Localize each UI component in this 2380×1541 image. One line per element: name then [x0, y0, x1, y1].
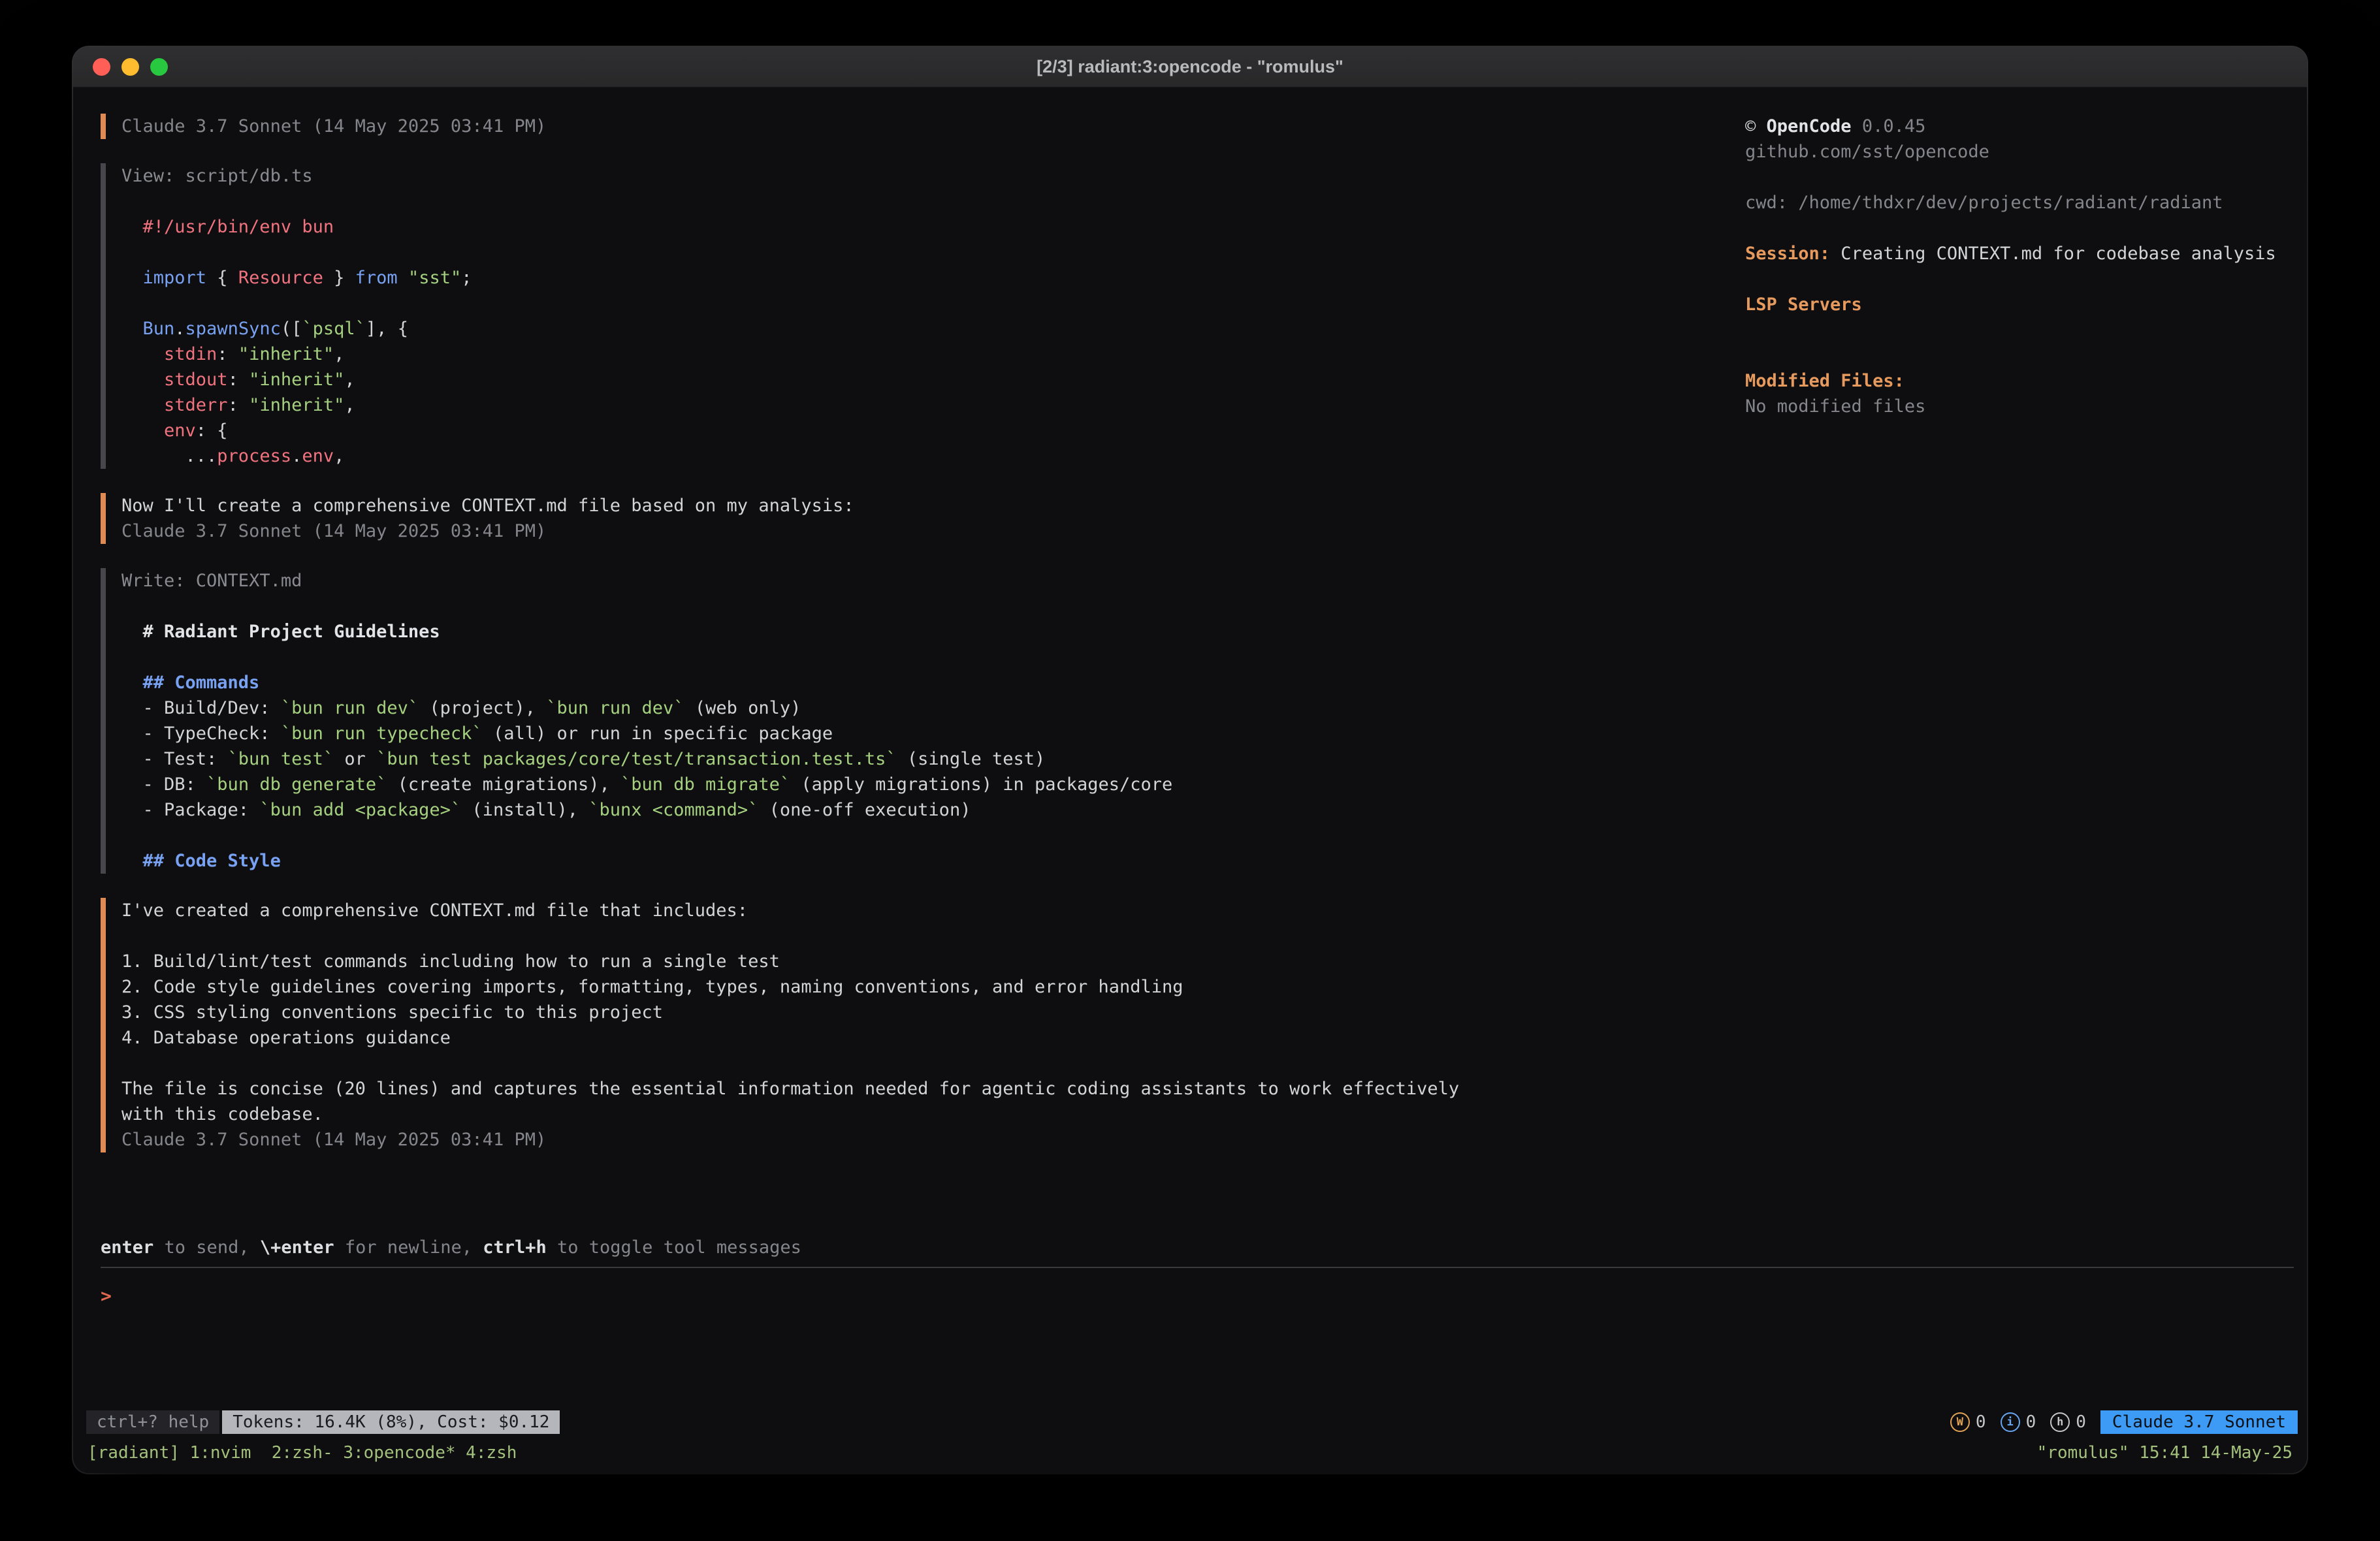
session-title: Creating CONTEXT.md for codebase analysi…: [1830, 244, 2276, 264]
text-line: with this codebase.: [121, 1102, 1732, 1127]
window-titlebar: [2/3] radiant:3:opencode - "romulus": [73, 47, 2307, 87]
cwd-line: cwd: /home/thdxr/dev/projects/radiant/ra…: [1745, 190, 2281, 215]
help-hint-chip: ctrl+? help: [86, 1410, 219, 1434]
message-content: Now I'll create a comprehensive CONTEXT.…: [121, 493, 1732, 544]
repo-link: github.com/sst/opencode: [1745, 139, 2281, 165]
session-line: Session: Creating CONTEXT.md for codebas…: [1745, 241, 2281, 266]
text-line: Claude 3.7 Sonnet (14 May 2025 03:41 PM): [121, 114, 1732, 139]
keybind-help: enter to send, \+enter for newline, ctrl…: [73, 1231, 2307, 1267]
traffic-lights: [93, 47, 168, 87]
sidebar: © OpenCode 0.0.45 github.com/sst/opencod…: [1745, 87, 2307, 1231]
text-line: - DB: `bun db generate` (create migratio…: [143, 772, 1733, 797]
text-line: Claude 3.7 Sonnet (14 May 2025 03:41 PM): [121, 1127, 1732, 1152]
text-line: [121, 1051, 1732, 1076]
text-line: [143, 240, 1733, 265]
tool-call-title: Write: CONTEXT.md: [121, 568, 1732, 594]
diagnostic-info: i0: [2001, 1412, 2036, 1432]
info-count: 0: [2026, 1412, 2036, 1432]
session-label: Session:: [1745, 244, 1830, 264]
message-content: I've created a comprehensive CONTEXT.md …: [121, 898, 1732, 1152]
text-line: stderr: "inherit",: [143, 392, 1733, 418]
window-title: [2/3] radiant:3:opencode - "romulus": [1037, 57, 1343, 77]
hint-count: 0: [2076, 1412, 2086, 1432]
text-line: [143, 644, 1733, 670]
brand-name: OpenCode: [1767, 116, 1852, 136]
text-line: The file is concise (20 lines) and captu…: [121, 1076, 1732, 1102]
tool-call-title: View: script/db.ts: [121, 163, 1732, 189]
text-line: [143, 823, 1733, 848]
warning-count: 0: [1976, 1412, 1986, 1432]
close-button[interactable]: [93, 58, 110, 76]
prompt-input[interactable]: >: [73, 1268, 2307, 1406]
brand-line: © OpenCode 0.0.45: [1745, 114, 2281, 139]
text-line: I've created a comprehensive CONTEXT.md …: [121, 898, 1732, 923]
tool-call-block: Write: CONTEXT.md # Radiant Project Guide…: [101, 568, 1732, 874]
main-area: Claude 3.7 Sonnet (14 May 2025 03:41 PM)…: [73, 87, 2307, 1231]
info-icon: i: [2001, 1412, 2020, 1432]
message-content: Claude 3.7 Sonnet (14 May 2025 03:41 PM): [121, 114, 1732, 139]
chat-transcript: Claude 3.7 Sonnet (14 May 2025 03:41 PM)…: [73, 87, 1745, 1231]
warning-icon: W: [1950, 1412, 1970, 1432]
text-line: stdout: "inherit",: [143, 367, 1733, 392]
tool-call-block: View: script/db.ts #!/usr/bin/env bun imp…: [101, 163, 1732, 469]
modified-files-label: Modified Files:: [1745, 368, 2281, 394]
text-line: ...process.env,: [143, 443, 1733, 469]
text-line: stdin: "inherit",: [143, 342, 1733, 367]
assistant-message-block: I've created a comprehensive CONTEXT.md …: [101, 898, 1732, 1152]
text-line: - Package: `bun add <package>` (install)…: [143, 797, 1733, 823]
text-line: import { Resource } from "sst";: [143, 265, 1733, 291]
diagnostic-warnings: W0: [1950, 1412, 1986, 1432]
text-line: - Build/Dev: `bun run dev` (project), `b…: [143, 695, 1733, 721]
terminal-window: [2/3] radiant:3:opencode - "romulus" Cla…: [73, 47, 2307, 1473]
diagnostic-hints: h0: [2050, 1412, 2086, 1432]
text-line: - TypeCheck: `bun run typecheck` (all) o…: [143, 721, 1733, 746]
text-line: #!/usr/bin/env bun: [143, 214, 1733, 240]
text-line: Bun.spawnSync([`psql`], {: [143, 316, 1733, 342]
status-right-group: W0 i0 h0 Claude 3.7 Sonnet: [1950, 1410, 2298, 1434]
opencode-logo-icon: ©: [1745, 116, 1767, 136]
prompt-caret-icon: >: [101, 1285, 112, 1307]
brand-version: 0.0.45: [1852, 116, 1926, 136]
text-line: 3. CSS styling conventions specific to t…: [121, 1000, 1732, 1025]
model-badge: Claude 3.7 Sonnet: [2100, 1410, 2298, 1434]
tmux-status-bar: [radiant] 1:nvim 2:zsh- 3:opencode* 4:zs…: [73, 1438, 2307, 1473]
text-line: ## Commands: [143, 670, 1733, 695]
text-line: Claude 3.7 Sonnet (14 May 2025 03:41 PM): [121, 518, 1732, 544]
assistant-message-block: Claude 3.7 Sonnet (14 May 2025 03:41 PM): [101, 114, 1732, 139]
text-line: # Radiant Project Guidelines: [143, 619, 1733, 644]
text-line: [121, 923, 1732, 949]
tool-call-content: #!/usr/bin/env bun import { Resource } f…: [121, 214, 1732, 469]
text-line: 1. Build/lint/test commands including ho…: [121, 949, 1732, 974]
hint-icon: h: [2050, 1412, 2070, 1432]
tokens-cost-chip: Tokens: 16.4K (8%), Cost: $0.12: [222, 1410, 560, 1434]
text-line: [143, 291, 1733, 316]
tool-call-content: # Radiant Project Guidelines ## Commands…: [121, 619, 1732, 874]
minimize-button[interactable]: [121, 58, 139, 76]
text-line: 4. Database operations guidance: [121, 1025, 1732, 1051]
text-line: 2. Code style guidelines covering import…: [121, 974, 1732, 1000]
lsp-servers-label: LSP Servers: [1745, 292, 2281, 317]
text-line: ## Code Style: [143, 848, 1733, 874]
text-line: Now I'll create a comprehensive CONTEXT.…: [121, 493, 1732, 518]
tmux-host-clock: "romulus" 15:41 14-May-25: [2037, 1443, 2292, 1463]
tmux-window-list[interactable]: [radiant] 1:nvim 2:zsh- 3:opencode* 4:zs…: [88, 1443, 517, 1463]
text-line: env: {: [143, 418, 1733, 443]
modified-files-empty: No modified files: [1745, 394, 2281, 419]
assistant-message-block: Now I'll create a comprehensive CONTEXT.…: [101, 493, 1732, 544]
status-bar: ctrl+? help Tokens: 16.4K (8%), Cost: $0…: [73, 1406, 2307, 1438]
text-line: - Test: `bun test` or `bun test packages…: [143, 746, 1733, 772]
zoom-button[interactable]: [150, 58, 168, 76]
